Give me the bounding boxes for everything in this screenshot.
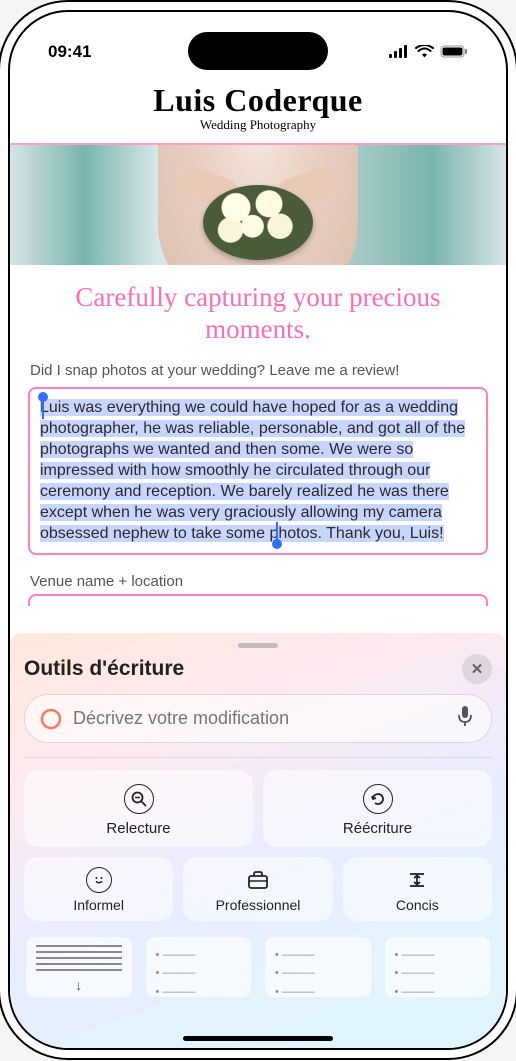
concise-button[interactable]: Concis [343,857,492,921]
site-title: Luis Coderque [10,82,506,119]
microphone-icon[interactable] [457,705,477,732]
home-indicator[interactable] [183,1036,333,1041]
divider [24,757,492,758]
proofread-label: Relecture [24,820,253,837]
sheet-grabber[interactable] [238,643,278,648]
friendly-button[interactable]: Informel [24,857,173,921]
bullets-icon [156,945,242,997]
bullets-icon [395,945,481,997]
cellular-icon [389,45,409,58]
professional-button[interactable]: Professionnel [183,857,332,921]
hero-image [10,145,506,265]
bullets-icon [275,945,361,997]
summary-option-1[interactable]: ↓ [26,937,132,997]
close-button[interactable]: ✕ [462,654,492,684]
battery-icon [440,45,468,58]
lines-icon [36,945,122,947]
summary-option-2[interactable] [146,937,252,997]
review-textarea[interactable]: Luis was everything we could have hoped … [28,387,488,555]
site-header: Luis Coderque Wedding Photography [10,74,506,137]
venue-input[interactable] [28,594,488,606]
arrow-down-icon: ↓ [75,977,82,993]
review-prompt-label: Did I snap photos at your wedding? Leave… [10,356,506,387]
friendly-label: Informel [24,897,173,913]
venue-field-label: Venue name + location [10,555,506,594]
professional-label: Professionnel [183,897,332,913]
smile-icon [86,867,112,893]
proofread-button[interactable]: Relecture [24,770,253,847]
summary-option-4[interactable] [385,937,491,997]
concise-label: Concis [343,897,492,913]
rewrite-label: Réécriture [263,820,492,837]
selection-handle-end[interactable] [272,539,282,549]
magnify-icon [124,784,154,814]
wifi-icon [415,45,434,58]
review-selected-text[interactable]: Luis was everything we could have hoped … [40,399,465,543]
tagline: Carefully capturing your precious moment… [10,265,506,356]
close-icon: ✕ [471,660,484,678]
rewrite-icon [363,784,393,814]
apple-intelligence-icon [39,707,63,731]
briefcase-icon [245,867,271,893]
prompt-input[interactable] [73,708,447,729]
device-notch [188,32,328,70]
rewrite-button[interactable]: Réécriture [263,770,492,847]
prompt-field[interactable] [24,694,492,743]
writing-tools-sheet: Outils d'écriture ✕ [10,633,506,1048]
summary-option-3[interactable] [265,937,371,997]
sheet-title: Outils d'écriture [24,657,184,681]
concise-icon [404,867,430,893]
site-subtitle: Wedding Photography [10,117,506,133]
status-time: 09:41 [48,42,91,62]
